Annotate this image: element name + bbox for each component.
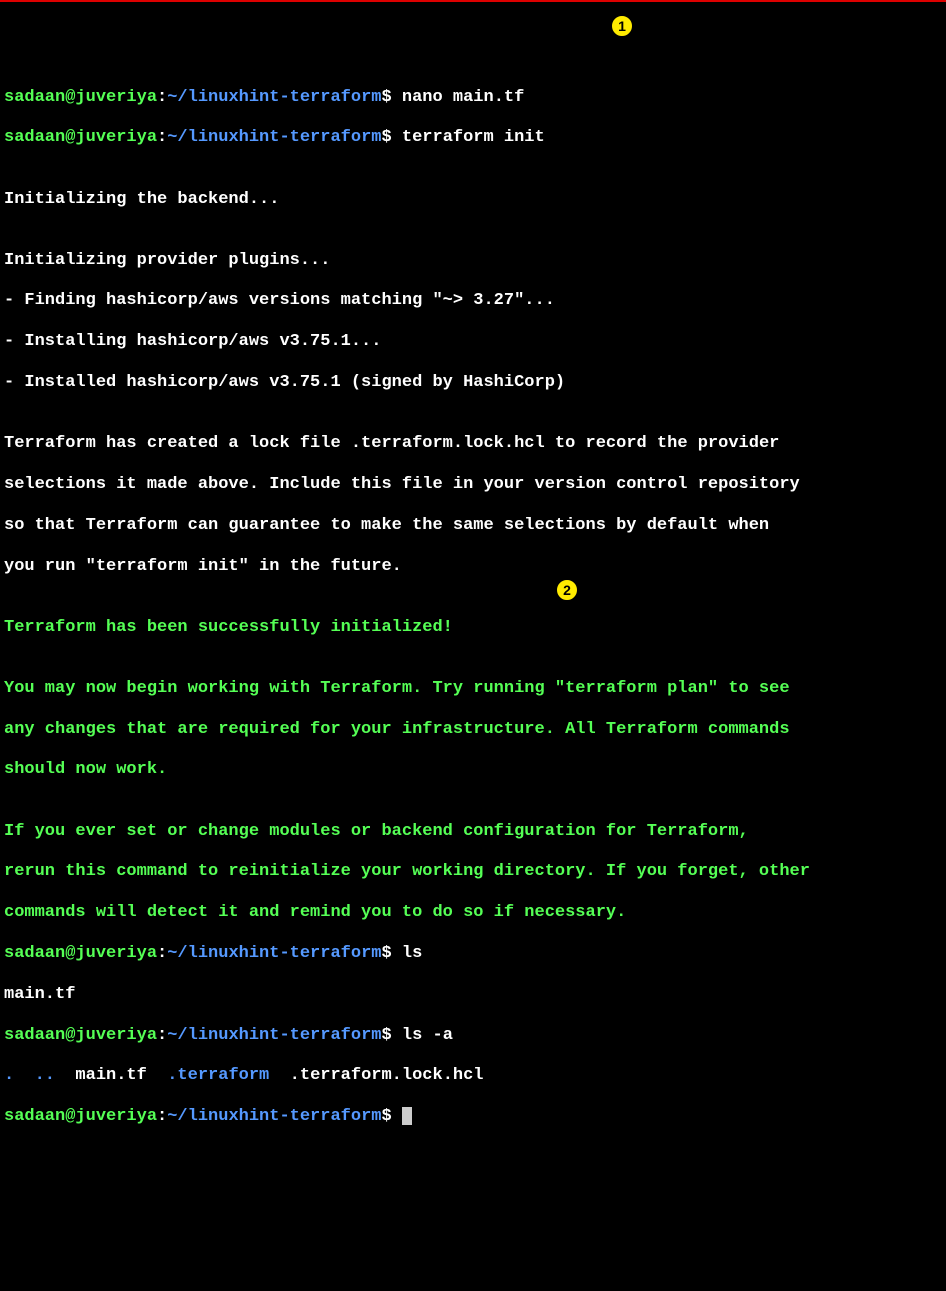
prompt-user: sadaan@juveriya <box>4 88 157 107</box>
output-plugins: Initializing provider plugins... <box>4 251 942 271</box>
output-para2-l1: If you ever set or change modules or bac… <box>4 822 942 842</box>
output-para2-l2: rerun this command to reinitialize your … <box>4 862 942 882</box>
prompt-dollar: $ <box>381 1107 391 1126</box>
prompt-dollar: $ <box>381 944 391 963</box>
prompt-user: sadaan@juveriya <box>4 128 157 147</box>
output-success: Terraform has been successfully initiali… <box>4 618 942 638</box>
prompt-dollar: $ <box>381 88 391 107</box>
prompt-user: sadaan@juveriya <box>4 944 157 963</box>
prompt-sep: : <box>157 1026 167 1045</box>
command-nano: nano main.tf <box>392 88 525 107</box>
prompt-path: ~/linuxhint-terraform <box>167 88 381 107</box>
output-lock-3: so that Terraform can guarantee to make … <box>4 516 942 536</box>
annotation-callout-2: 2 <box>555 578 579 602</box>
prompt-dollar: $ <box>381 128 391 147</box>
command-lsa: ls -a <box>392 1026 453 1045</box>
prompt-path: ~/linuxhint-terraform <box>167 128 381 147</box>
output-lock-1: Terraform has created a lock file .terra… <box>4 434 942 454</box>
prompt-path: ~/linuxhint-terraform <box>167 1107 381 1126</box>
output-installed: - Installed hashicorp/aws v3.75.1 (signe… <box>4 373 942 393</box>
output-lsa: . .. main.tf .terraform .terraform.lock.… <box>4 1066 942 1086</box>
prompt-sep: : <box>157 944 167 963</box>
output-ls: main.tf <box>4 985 942 1005</box>
prompt-sep: : <box>157 88 167 107</box>
prompt-line-5[interactable]: sadaan@juveriya:~/linuxhint-terraform$ <box>4 1107 942 1127</box>
output-installing: - Installing hashicorp/aws v3.75.1... <box>4 332 942 352</box>
prompt-user: sadaan@juveriya <box>4 1107 157 1126</box>
cursor-icon <box>402 1107 412 1125</box>
output-lock-4: you run "terraform init" in the future. <box>4 557 942 577</box>
command-ls: ls <box>392 944 423 963</box>
output-para2-l3: commands will detect it and remind you t… <box>4 903 942 923</box>
prompt-user: sadaan@juveriya <box>4 1026 157 1045</box>
output-finding: - Finding hashicorp/aws versions matchin… <box>4 291 942 311</box>
output-lock-2: selections it made above. Include this f… <box>4 475 942 495</box>
command-empty <box>392 1107 402 1126</box>
prompt-sep: : <box>157 1107 167 1126</box>
prompt-dollar: $ <box>381 1026 391 1045</box>
prompt-sep: : <box>157 128 167 147</box>
prompt-line-1[interactable]: sadaan@juveriya:~/linuxhint-terraform$ n… <box>4 88 942 108</box>
prompt-line-3[interactable]: sadaan@juveriya:~/linuxhint-terraform$ l… <box>4 944 942 964</box>
command-init: terraform init <box>392 128 545 147</box>
annotation-callout-1: 1 <box>610 14 634 38</box>
prompt-path: ~/linuxhint-terraform <box>167 1026 381 1045</box>
output-para1-l2: any changes that are required for your i… <box>4 720 942 740</box>
prompt-path: ~/linuxhint-terraform <box>167 944 381 963</box>
output-para1-l1: You may now begin working with Terraform… <box>4 679 942 699</box>
output-para1-l3: should now work. <box>4 760 942 780</box>
prompt-line-4[interactable]: sadaan@juveriya:~/linuxhint-terraform$ l… <box>4 1026 942 1046</box>
output-backend: Initializing the backend... <box>4 190 942 210</box>
prompt-line-2[interactable]: sadaan@juveriya:~/linuxhint-terraform$ t… <box>4 128 942 148</box>
